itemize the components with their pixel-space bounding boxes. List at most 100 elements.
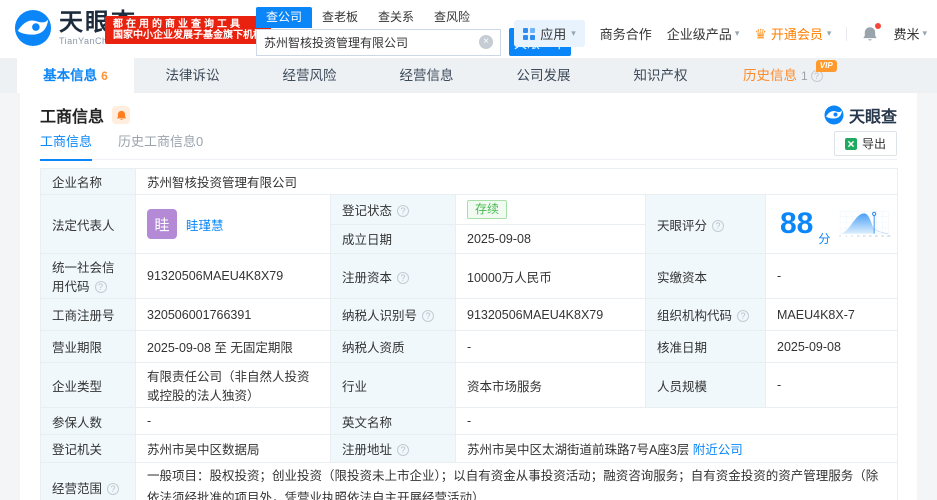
field-value: 苏州市吴中区数据局 — [135, 434, 331, 463]
field-value: 资本市场服务 — [455, 362, 646, 408]
search-tab-查关系[interactable]: 查关系 — [368, 7, 424, 28]
score-marker-pin — [872, 211, 877, 216]
field-value: MAEU4K8X-7 — [764, 298, 899, 331]
field-label-text: 营业期限 — [52, 341, 103, 355]
field-value: 2025-09-08 至 无固定期限 — [135, 330, 331, 363]
search-tab-查公司[interactable]: 查公司 — [256, 7, 313, 28]
field-label-text: 企业名称 — [52, 176, 103, 190]
search-tab-查老板[interactable]: 查老板 — [312, 7, 368, 28]
clear-icon[interactable]: × — [479, 35, 493, 49]
legal-rep-link[interactable]: 眭瑾慧 — [186, 215, 224, 234]
field-value: 2025-09-08 — [455, 223, 646, 254]
svg-text:5: 5 — [852, 236, 854, 238]
export-button[interactable]: 导出 — [833, 131, 897, 156]
nearby-companies-link[interactable]: 附近公司 — [693, 443, 743, 457]
field-label-text: 纳税人资质 — [342, 341, 405, 355]
field-value: - — [135, 407, 331, 435]
field-value: 10000万人民币 — [455, 253, 646, 299]
status-badge: 存续 — [467, 199, 508, 219]
topnav-items: 商务合作 企业级产品 ▾ — [600, 24, 740, 43]
notification-dot — [875, 22, 882, 29]
excel-icon — [844, 137, 857, 150]
tab-经营信息[interactable]: 经营信息 — [368, 58, 485, 93]
svg-text:0: 0 — [840, 236, 842, 238]
watermark-logo: 天眼查 — [824, 103, 897, 127]
chevron-down-icon: ▾ — [826, 28, 832, 38]
apps-button[interactable]: 应用 ▾ — [514, 20, 585, 47]
table-row: 登记机关 苏州市吴中区数据局 注册地址? 苏州市吴中区太湖街道前珠路7号A座3层 附近… — [40, 434, 899, 463]
field-label-text: 实缴资本 — [657, 270, 708, 285]
chevron-down-icon: ▾ — [922, 28, 927, 38]
field-label: 核准日期 — [645, 330, 766, 363]
field-value: 一般项目：股权投资；创业投资（限投资未上市企业）；以自有资金从事投资活动；融资咨… — [134, 462, 899, 500]
topnav-item[interactable]: 商务合作 — [600, 24, 652, 43]
subtab-历史工商信息0[interactable]: 历史工商信息0 — [118, 131, 203, 161]
tab-count: 6 — [101, 69, 108, 83]
field-value: 91320506MAEU4K8X79 — [455, 298, 646, 331]
status-cell: 存续 — [455, 194, 646, 225]
tab-count: 1 — [801, 69, 808, 83]
field-label: 营业期限 — [40, 330, 136, 363]
field-value: 91320506MAEU4K8X79 — [135, 253, 331, 299]
field-label-text: 企业类型 — [52, 379, 103, 394]
field-label: 法定代表人 — [40, 194, 136, 254]
topnav-item[interactable]: 企业级产品 ▾ — [667, 24, 740, 43]
tab-知识产权[interactable]: 知识产权 — [602, 58, 719, 93]
user-menu[interactable]: 费米 ▾ — [893, 24, 927, 43]
field-label: 注册地址? — [330, 434, 456, 463]
svg-text:80: 80 — [876, 236, 879, 238]
svg-text:1: 1 — [846, 236, 848, 238]
table-row: 企业类型 有限责任公司（非自然人投资或控股的法人独资） 行业 资本市场服务 人员规模 - — [40, 362, 899, 408]
info-icon: ? — [737, 310, 750, 322]
search-input[interactable] — [264, 35, 479, 49]
field-label-text: 注册资本 — [342, 270, 393, 285]
field-label-text: 经营范围 — [52, 482, 103, 497]
field-label-text: 英文名称 — [342, 415, 393, 430]
field-label: 参保人数 — [40, 407, 136, 435]
tianyancha-logo-icon — [14, 9, 52, 47]
export-label: 导出 — [861, 137, 886, 151]
tab-法律诉讼[interactable]: 法律诉讼 — [134, 58, 251, 93]
notifications-bell[interactable] — [862, 22, 882, 42]
tab-label: 历史信息 — [743, 68, 797, 83]
field-label-text: 纳税人识别号 — [342, 309, 418, 323]
field-label: 注册资本? — [330, 253, 456, 299]
subtab-工商信息[interactable]: 工商信息 — [40, 131, 93, 161]
table-row: 企业名称 苏州智核投资管理有限公司 — [40, 168, 899, 195]
vip-label: 开通会员 — [770, 27, 823, 42]
table-row: 参保人数 - 英文名称 - — [40, 407, 899, 435]
topnav-item-label: 商务合作 — [599, 27, 652, 42]
alert-bell-icon[interactable] — [112, 106, 131, 124]
field-label: 成立日期 — [330, 223, 456, 254]
divider — [846, 26, 848, 41]
field-label: 统一社会信用代码? — [40, 253, 136, 299]
vip-button[interactable]: ♛ 开通会员 ▾ — [754, 24, 831, 43]
address-text: 苏州市吴中区太湖街道前珠路7号A座3层 — [467, 443, 693, 457]
tab-基本信息[interactable]: 基本信息 6 — [17, 58, 134, 93]
chevron-down-icon: ▾ — [571, 28, 576, 38]
topnav-item-label: 企业级产品 — [666, 27, 732, 42]
tab-label: 基本信息 — [43, 68, 98, 83]
search-tab-查风险[interactable]: 查风险 — [424, 7, 480, 28]
tab-经营风险[interactable]: 经营风险 — [251, 58, 368, 93]
table-row: 营业期限 2025-09-08 至 无固定期限 纳税人资质 - 核准日期 2025-09-… — [40, 330, 899, 363]
field-label: 登记机关 — [40, 434, 136, 463]
field-label: 企业类型 — [40, 362, 136, 408]
avatar: 眭 — [147, 209, 177, 239]
field-label: 实缴资本 — [645, 253, 766, 299]
chevron-down-icon: ▾ — [734, 28, 740, 38]
tab-label: 公司发展 — [516, 68, 571, 83]
tab-公司发展[interactable]: 公司发展 — [485, 58, 602, 93]
address-cell: 苏州市吴中区太湖街道前珠路7号A座3层 附近公司 — [454, 434, 899, 463]
field-value: 320506001766391 — [135, 298, 331, 331]
field-label-text: 人员规模 — [657, 379, 708, 394]
field-label: 英文名称 — [330, 407, 456, 435]
field-label: 企业名称 — [40, 168, 136, 195]
tab-label: 经营风险 — [282, 68, 337, 83]
tab-历史信息[interactable]: 历史信息 1? VIP — [719, 58, 847, 93]
username: 费米 — [893, 27, 920, 42]
field-value: - — [764, 253, 899, 299]
field-value: - — [764, 362, 899, 408]
score-box[interactable]: 88 分 0 1 5 25 50 65 80 95 100 — [780, 197, 891, 251]
field-label-text: 法定代表人 — [52, 218, 115, 233]
